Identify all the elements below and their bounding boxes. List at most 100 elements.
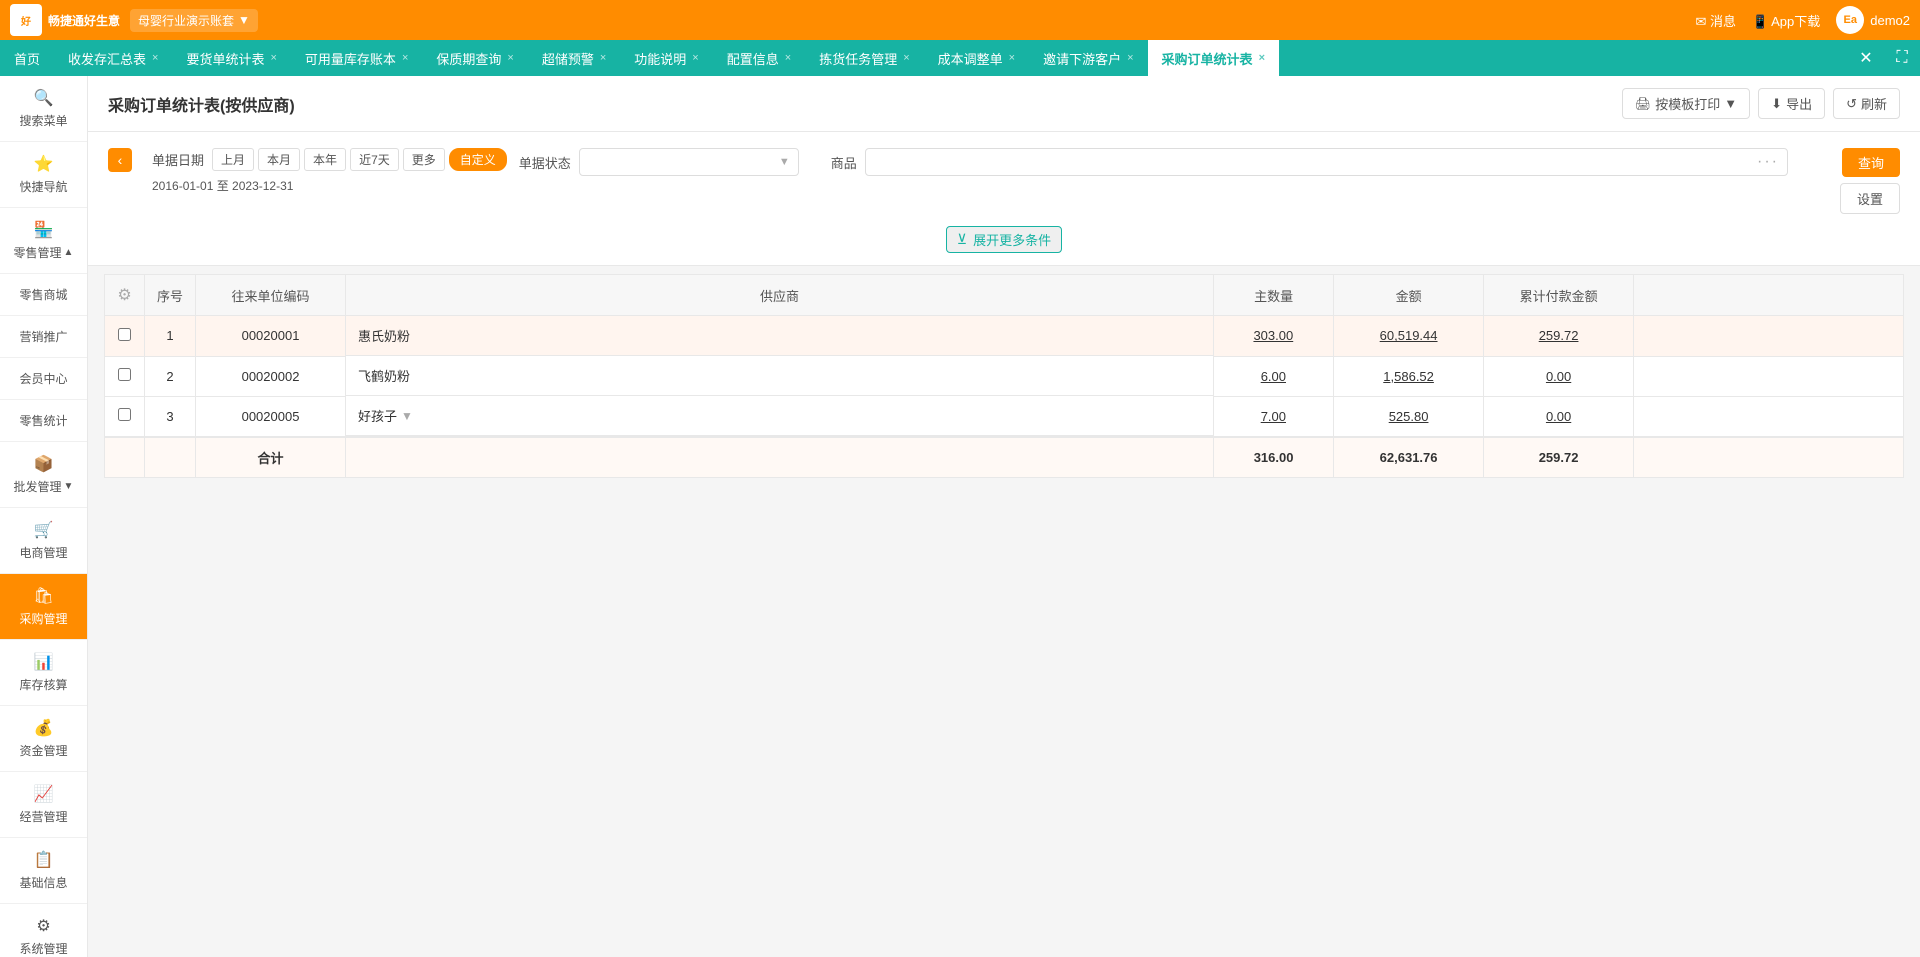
cell-checkbox[interactable]	[105, 356, 145, 396]
ops-icon: 📈	[34, 784, 54, 804]
sidebar-item-retail[interactable]: 🏪 零售管理 ▲	[0, 208, 87, 274]
goods-search-input[interactable]: ···	[865, 148, 1788, 176]
tab-close-window-btn[interactable]: ✕	[1848, 40, 1884, 76]
tab-close-icon[interactable]: ×	[785, 52, 791, 64]
sidebar-item-retailshop[interactable]: 零售商城	[0, 274, 87, 316]
cell-code: 00020005	[196, 396, 346, 437]
cell-amount[interactable]: 60,519.44	[1334, 316, 1484, 357]
th-settings: ⚙	[105, 275, 145, 316]
sidebar-item-finance[interactable]: 💰 资金管理	[0, 706, 87, 772]
tab-label: 成本调整单	[938, 49, 1003, 68]
sidebar-item-basic[interactable]: 📋 基础信息	[0, 838, 87, 904]
date-btn-this-month[interactable]: 本月	[258, 148, 300, 171]
cell-qty[interactable]: 7.00	[1214, 396, 1334, 437]
cell-supplier: 惠氏奶粉	[346, 316, 1214, 356]
tab-home[interactable]: 首页	[0, 40, 54, 76]
tab-close-icon[interactable]: ×	[600, 52, 606, 64]
tab-label: 要货单统计表	[186, 49, 264, 68]
table-row: 1 00020001 惠氏奶粉 303.00 60,519.44 259.72	[105, 316, 1904, 357]
tab-close-icon[interactable]: ×	[270, 52, 276, 64]
tab-keyongliang[interactable]: 可用量库存账本 ×	[291, 40, 422, 76]
settings-button[interactable]: 设置	[1840, 183, 1900, 214]
tab-close-icon[interactable]: ×	[1009, 52, 1015, 64]
tab-close-icon[interactable]: ×	[1127, 52, 1133, 64]
sidebar-item-purchase[interactable]: 🛍 采购管理	[0, 574, 87, 640]
sidebar-item-quicknav[interactable]: ⭐ 快捷导航	[0, 142, 87, 208]
cell-paid[interactable]: 0.00	[1484, 396, 1634, 437]
sidebar-item-label: 采购管理	[19, 610, 67, 627]
account-selector[interactable]: 母婴行业演示账套 ▼	[130, 9, 258, 32]
tab-close-icon[interactable]: ×	[507, 52, 513, 64]
expand-toggle-icon: ⊻	[957, 231, 967, 248]
date-btn-custom[interactable]: 自定义	[449, 148, 507, 171]
sidebar-item-label: 基础信息	[19, 874, 67, 891]
sidebar-item-system[interactable]: ⚙ 系统管理	[0, 904, 87, 957]
tab-yaohuodantongji[interactable]: 要货单统计表 ×	[172, 40, 290, 76]
footer-qty: 316.00	[1214, 437, 1334, 478]
tab-caigoudan[interactable]: 采购订单统计表 ×	[1148, 40, 1279, 76]
date-btn-this-year[interactable]: 本年	[304, 148, 346, 171]
tab-label: 拣货任务管理	[819, 49, 897, 68]
tab-close-icon[interactable]: ×	[152, 52, 158, 64]
sidebar-item-search[interactable]: 🔍 搜索菜单	[0, 76, 87, 142]
table-row: 3 00020005 好孩子 ▼ 7.00 525.80 0.00	[105, 396, 1904, 437]
export-button[interactable]: ⬇ 导出	[1758, 88, 1825, 119]
cell-qty[interactable]: 6.00	[1214, 356, 1334, 396]
sidebar-item-member[interactable]: 会员中心	[0, 358, 87, 400]
query-button[interactable]: 查询	[1842, 148, 1900, 177]
tab-yaoqing[interactable]: 邀请下游客户 ×	[1029, 40, 1147, 76]
sidebar-item-label: 快捷导航	[19, 178, 67, 195]
tab-chaochuyujing[interactable]: 超储预警 ×	[528, 40, 620, 76]
sidebar-item-retailstat[interactable]: 零售统计	[0, 400, 87, 442]
cell-empty	[1634, 316, 1904, 357]
app-download-btn[interactable]: 📱 App下载	[1752, 11, 1820, 30]
message-label: 消息	[1710, 14, 1736, 29]
tab-close-icon[interactable]: ×	[402, 52, 408, 64]
basic-icon: 📋	[34, 850, 54, 870]
status-select[interactable]: ▼	[579, 148, 799, 176]
tab-tuohuo[interactable]: 拣货任务管理 ×	[805, 40, 923, 76]
tab-gongnengshuo[interactable]: 功能说明 ×	[620, 40, 712, 76]
tab-shoufahuizong[interactable]: 收发存汇总表 ×	[54, 40, 172, 76]
th-seq: 序号	[145, 275, 196, 316]
message-btn[interactable]: ✉ 消息	[1695, 11, 1736, 30]
tab-close-icon[interactable]: ×	[903, 52, 909, 64]
sidebar-item-marketing[interactable]: 营销推广	[0, 316, 87, 358]
refresh-button[interactable]: ↺ 刷新	[1833, 88, 1900, 119]
home-tab-label: 首页	[14, 49, 40, 68]
collapse-filter-btn[interactable]: ‹	[108, 148, 132, 172]
cell-checkbox[interactable]	[105, 396, 145, 437]
sidebar-item-inventory[interactable]: 📊 库存核算	[0, 640, 87, 706]
print-icon: 🖨	[1635, 96, 1652, 112]
tab-close-icon[interactable]: ×	[692, 52, 698, 64]
tab-fullscreen-btn[interactable]: ⛶	[1884, 40, 1920, 76]
sidebar-item-wholesale[interactable]: 📦 批发管理 ▼	[0, 442, 87, 508]
date-btn-7days[interactable]: 近7天	[350, 148, 399, 171]
cell-paid[interactable]: 0.00	[1484, 356, 1634, 396]
cell-amount[interactable]: 1,586.52	[1334, 356, 1484, 396]
date-btn-last-month[interactable]: 上月	[212, 148, 254, 171]
expand-conditions-btn[interactable]: ⊻ 展开更多条件	[946, 226, 1062, 253]
cell-qty[interactable]: 303.00	[1214, 316, 1334, 357]
sidebar-item-label: 电商管理	[19, 544, 67, 561]
tab-baozhi[interactable]: 保质期查询 ×	[422, 40, 527, 76]
filter-area: ‹ 单据日期 上月 本月 本年 近7天 更多 自定义	[88, 132, 1920, 266]
th-supplier: 供应商	[346, 275, 1214, 316]
cell-paid[interactable]: 259.72	[1484, 316, 1634, 357]
date-btn-more[interactable]: 更多	[403, 148, 445, 171]
cell-checkbox[interactable]	[105, 316, 145, 357]
tab-close-icon[interactable]: ×	[1259, 52, 1265, 64]
tab-chengbentiaozhen[interactable]: 成本调整单 ×	[924, 40, 1029, 76]
cell-amount[interactable]: 525.80	[1334, 396, 1484, 437]
top-bar-left: 好 畅捷通好生意 母婴行业演示账套 ▼	[10, 4, 258, 36]
nav-tabs-bar: 首页 收发存汇总表 × 要货单统计表 × 可用量库存账本 × 保质期查询 × 超…	[0, 40, 1920, 76]
cell-code: 00020002	[196, 356, 346, 396]
app-name: 畅捷通好生意	[48, 12, 120, 29]
tab-peizhi[interactable]: 配置信息 ×	[713, 40, 805, 76]
column-settings-icon[interactable]: ⚙	[117, 287, 131, 304]
user-area[interactable]: Ea demo2	[1836, 6, 1910, 34]
print-button[interactable]: 🖨 按模板打印 ▼	[1622, 88, 1750, 119]
sidebar-item-ops[interactable]: 📈 经营管理	[0, 772, 87, 838]
sidebar-item-label: 批发管理	[14, 478, 62, 495]
sidebar-item-ecommerce[interactable]: 🛒 电商管理	[0, 508, 87, 574]
